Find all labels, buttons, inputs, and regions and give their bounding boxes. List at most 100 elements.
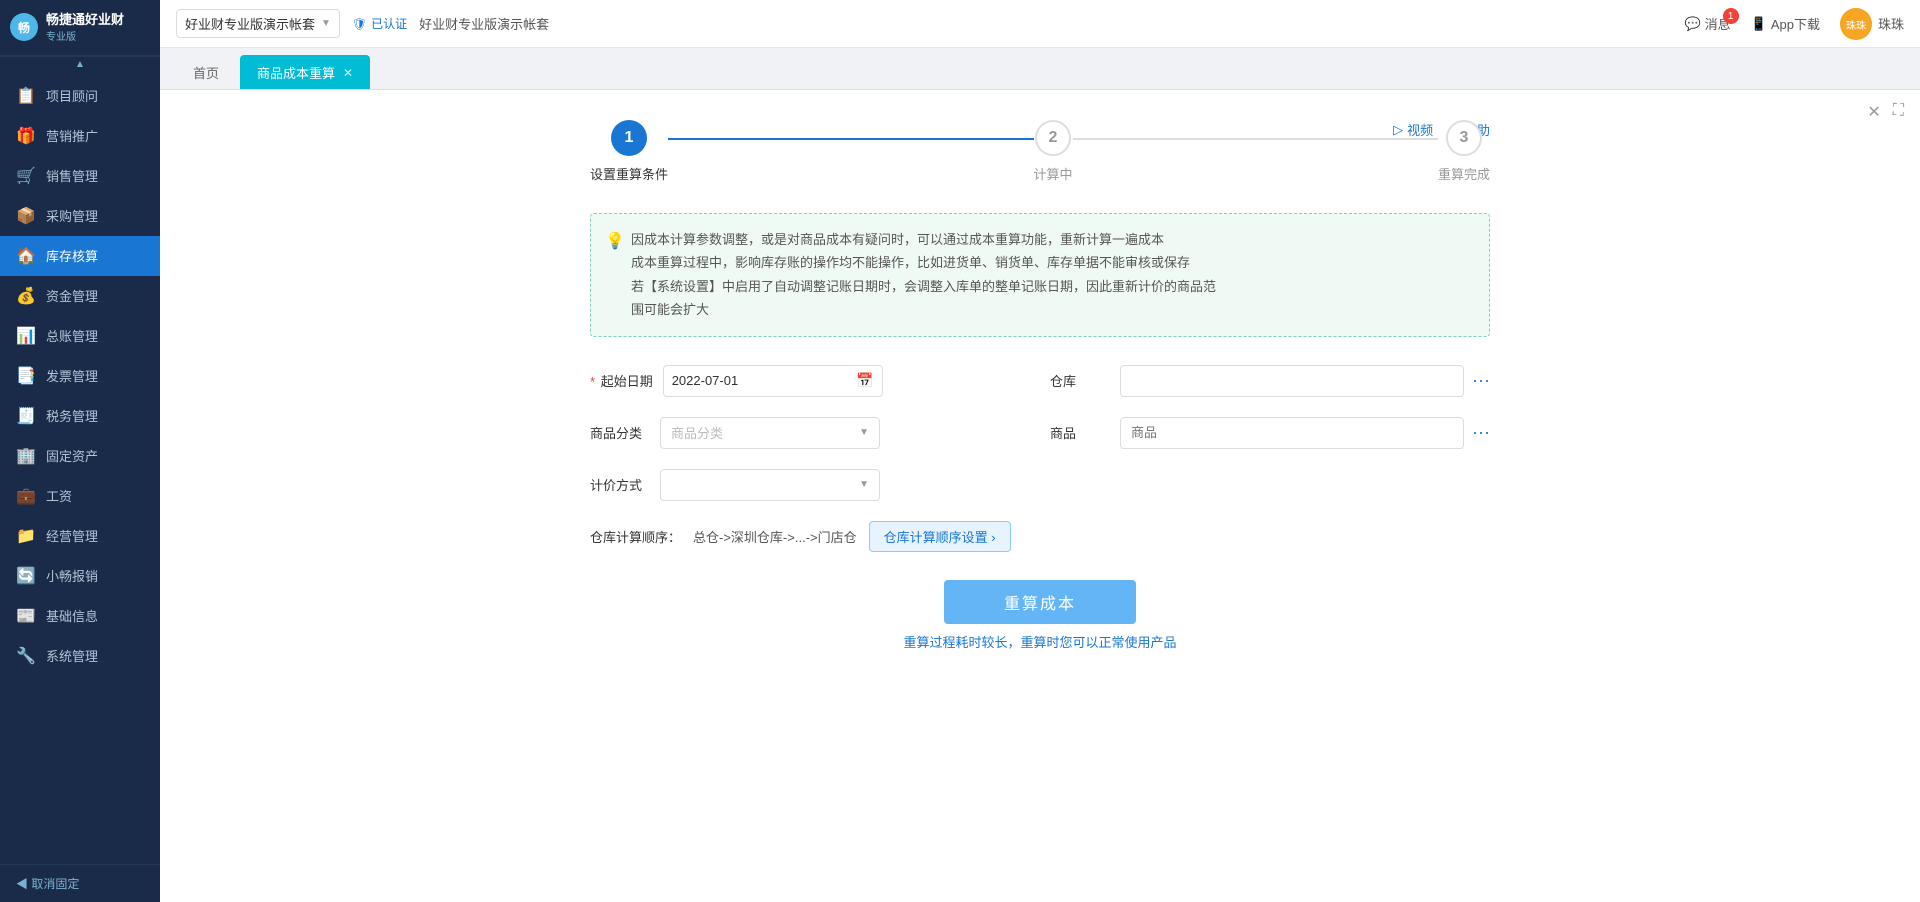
pricing-group: 计价方式 ▼: [590, 469, 1030, 501]
system-icon: 🔧: [16, 646, 36, 666]
step-3: 3 重算完成: [1438, 120, 1490, 183]
category-group: 商品分类 商品分类 ▼: [590, 417, 1030, 449]
sidebar-item-label-payroll: 工资: [46, 486, 72, 505]
notice-line-2: 成本重算过程中，影响库存账的操作均不能操作，比如进货单、销货单、库存单据不能审核…: [631, 251, 1473, 274]
scroll-up-arrow: ▲: [75, 59, 85, 70]
sidebar-item-label-marketing: 营销推广: [46, 126, 98, 145]
video-link[interactable]: ▷ 视频: [1393, 120, 1433, 139]
purchase-icon: 📦: [16, 206, 36, 226]
sidebar-item-project[interactable]: 📋 项目顾问: [0, 76, 160, 116]
tab-recalc-label: 商品成本重算: [257, 63, 335, 82]
sidebar-item-assets[interactable]: 🏢 固定资产: [0, 436, 160, 476]
sidebar-item-label-system: 系统管理: [46, 646, 98, 665]
sidebar-item-invoice[interactable]: 📑 发票管理: [0, 356, 160, 396]
inventory-icon: 🏠: [16, 246, 36, 266]
warehouse-order-settings-button[interactable]: 仓库计算顺序设置 ›: [869, 521, 1011, 552]
app-download-label: App下载: [1771, 14, 1820, 33]
recalc-section: 重算成本 重算过程耗时较长，重算时您可以正常使用产品: [590, 580, 1490, 651]
sidebar-item-purchase[interactable]: 📦 采购管理: [0, 196, 160, 236]
sidebar-item-expense[interactable]: 🔄 小畅报销: [0, 556, 160, 596]
recalc-button[interactable]: 重算成本: [944, 580, 1136, 624]
sidebar-item-label-sales: 销售管理: [46, 166, 98, 185]
sidebar-scroll-up[interactable]: ▲: [0, 56, 160, 72]
logo-icon: 畅: [10, 13, 38, 41]
phone-icon: 📱: [1751, 16, 1767, 32]
sidebar-logo: 畅 畅捷通好业财 专业版: [0, 0, 160, 56]
pricing-select[interactable]: ▼: [660, 469, 880, 501]
sidebar-unpin-button[interactable]: ◀ 取消固定: [0, 864, 160, 902]
warehouse-input-wrapper: ···: [1120, 365, 1490, 397]
product-dots-button[interactable]: ···: [1472, 422, 1490, 443]
verified-label: 已认证: [371, 15, 407, 32]
account-selector[interactable]: 好业财专业版演示帐套 ▼: [176, 9, 340, 38]
payroll-icon: 💼: [16, 486, 36, 506]
tabbar: 首页 商品成本重算 ✕: [160, 48, 1920, 90]
sales-icon: 🛒: [16, 166, 36, 186]
form-row-1: * 起始日期 📅 仓库 ···: [590, 365, 1490, 397]
project-icon: 📋: [16, 86, 36, 106]
category-placeholder: 商品分类: [671, 423, 859, 442]
sidebar-item-payroll[interactable]: 💼 工资: [0, 476, 160, 516]
user-profile-button[interactable]: 珠珠 珠珠: [1840, 8, 1904, 40]
form-row-3: 计价方式 ▼: [590, 469, 1490, 501]
sidebar-item-basic[interactable]: 📰 基础信息: [0, 596, 160, 636]
tab-home[interactable]: 首页: [176, 55, 236, 89]
message-button[interactable]: 💬 消息 1: [1684, 14, 1730, 33]
sidebar-item-label-finance: 资金管理: [46, 286, 98, 305]
step-label-2: 计算中: [1034, 164, 1073, 183]
sidebar-item-label-invoice: 发票管理: [46, 366, 98, 385]
sidebar-item-label-tax: 税务管理: [46, 406, 98, 425]
assets-icon: 🏢: [16, 446, 36, 466]
invoice-icon: 📑: [16, 366, 36, 386]
tax-icon: 🧾: [16, 406, 36, 426]
steps-container: 1 设置重算条件 2 计算中 3: [590, 120, 1490, 183]
expand-window-icon[interactable]: ⛶: [1893, 102, 1904, 122]
sidebar-item-marketing[interactable]: 🎁 营销推广: [0, 116, 160, 156]
sidebar-item-inventory[interactable]: 🏠 库存核算: [0, 236, 160, 276]
sidebar-item-tax[interactable]: 🧾 税务管理: [0, 396, 160, 436]
category-select[interactable]: 商品分类 ▼: [660, 417, 880, 449]
play-icon: ▷: [1393, 122, 1403, 138]
recalc-hint: 重算过程耗时较长，重算时您可以正常使用产品: [903, 632, 1176, 651]
warehouse-input[interactable]: [1120, 365, 1464, 397]
user-name: 珠珠: [1878, 14, 1904, 33]
form-area: * 起始日期 📅 仓库 ···: [590, 365, 1490, 651]
sidebar-bottom-label: ◀ 取消固定: [16, 875, 79, 892]
start-date-label: * 起始日期: [590, 371, 653, 390]
warehouse-order-prefix: 仓库计算顺序：: [590, 527, 681, 546]
step-1: 1 设置重算条件: [590, 120, 668, 183]
warehouse-order-value: 总仓->深圳仓库->...->门店仓: [693, 527, 857, 546]
main-area: 好业财专业版演示帐套 ▼ 🛡 已认证 好业财专业版演示帐套 💬 消息 1 📱 A…: [160, 0, 1920, 902]
sidebar-item-label-inventory: 库存核算: [46, 246, 98, 265]
form-row-2: 商品分类 商品分类 ▼ 商品 ···: [590, 417, 1490, 449]
sidebar-item-finance[interactable]: 💰 资金管理: [0, 276, 160, 316]
sidebar-item-label-ops: 经营管理: [46, 526, 98, 545]
calendar-icon[interactable]: 📅: [856, 372, 873, 389]
sidebar-item-accounting[interactable]: 📊 总账管理: [0, 316, 160, 356]
app-download-button[interactable]: 📱 App下载: [1751, 14, 1820, 33]
sidebar-nav: 📋 项目顾问 🎁 营销推广 🛒 销售管理 📦 采购管理 🏠 库存核算 💰 资金管…: [0, 72, 160, 864]
company-name: 好业财专业版演示帐套: [419, 14, 549, 33]
sidebar-item-label-purchase: 采购管理: [46, 206, 98, 225]
notice-line-1: 因成本计算参数调整，或是对商品成本有疑问时，可以通过成本重算功能，重新计算一遍成…: [631, 228, 1473, 251]
logo-text-block: 畅捷通好业财 专业版: [46, 12, 124, 43]
step-line-1: [668, 138, 1033, 140]
product-input[interactable]: [1120, 417, 1464, 449]
step-circle-1: 1: [611, 120, 647, 156]
product-label: 商品: [1050, 423, 1110, 442]
step-2: 2 计算中: [1034, 120, 1073, 183]
sidebar-item-system[interactable]: 🔧 系统管理: [0, 636, 160, 676]
logo-title: 畅捷通好业财: [46, 12, 124, 28]
close-window-icon[interactable]: ✕: [1867, 102, 1880, 122]
tab-close-icon[interactable]: ✕: [343, 66, 353, 80]
pricing-chevron-icon: ▼: [859, 479, 869, 490]
tab-recalc[interactable]: 商品成本重算 ✕: [240, 55, 370, 89]
sidebar-item-ops[interactable]: 📁 经营管理: [0, 516, 160, 556]
sidebar-item-sales[interactable]: 🛒 销售管理: [0, 156, 160, 196]
start-date-input-wrapper[interactable]: 📅: [663, 365, 883, 397]
warehouse-dots-button[interactable]: ···: [1472, 370, 1490, 391]
notice-icon: 💡: [605, 228, 625, 257]
ops-icon: 📁: [16, 526, 36, 546]
category-label: 商品分类: [590, 423, 650, 442]
start-date-input[interactable]: [672, 373, 851, 388]
